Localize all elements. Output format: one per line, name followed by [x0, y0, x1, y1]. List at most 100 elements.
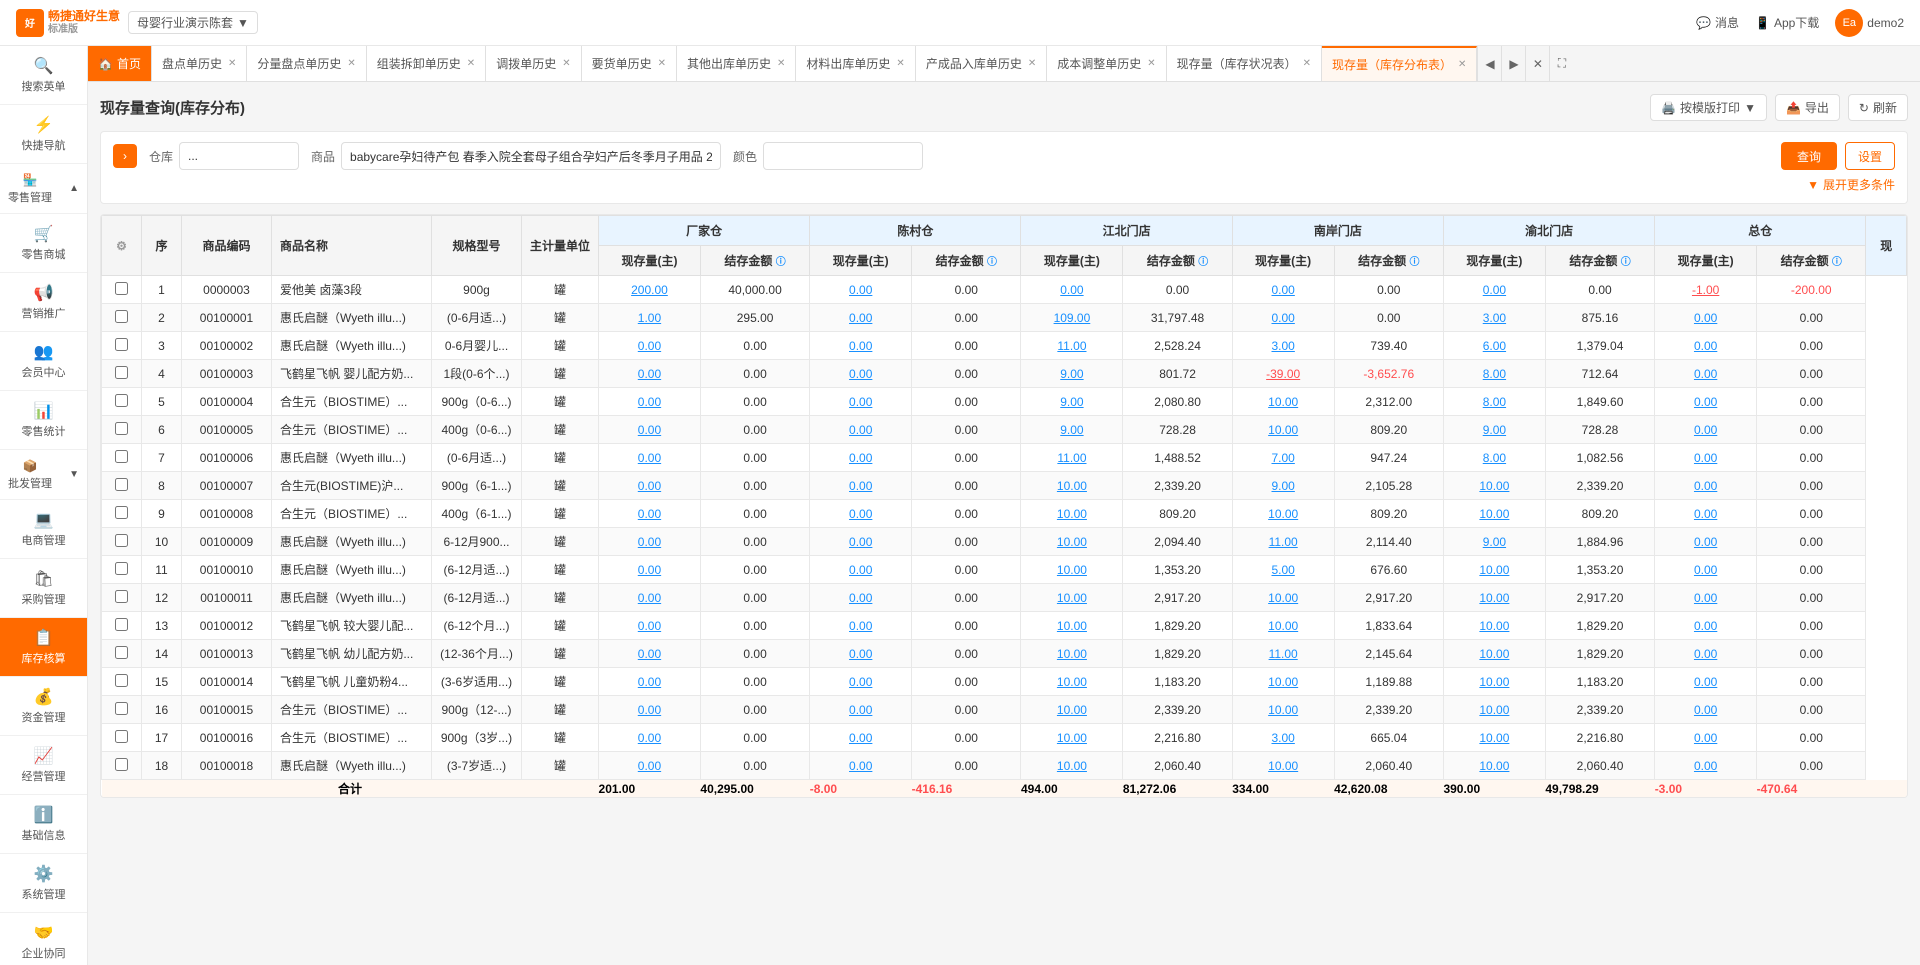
row-checkbox[interactable] [115, 702, 128, 715]
row-qty[interactable]: 200.00 [599, 276, 701, 304]
row-qty[interactable]: 0.00 [810, 388, 912, 416]
row-qty[interactable]: 10.00 [1232, 752, 1334, 780]
row-qty[interactable]: 10.00 [1021, 724, 1123, 752]
row-qty[interactable]: 5.00 [1232, 556, 1334, 584]
row-qty[interactable]: 10.00 [1232, 696, 1334, 724]
close-icon[interactable]: ✕ [1458, 59, 1466, 70]
sidebar-item-purchase[interactable]: 🛍 采购管理 [0, 559, 87, 618]
tab-transfer[interactable]: 调拨单历史 ✕ [486, 46, 581, 82]
sidebar-item-search[interactable]: 🔍 搜索英单 [0, 46, 87, 105]
row-qty[interactable]: 0.00 [599, 416, 701, 444]
row-checkbox[interactable] [115, 506, 128, 519]
row-qty[interactable]: 0.00 [1655, 304, 1757, 332]
row-qty[interactable]: 11.00 [1232, 528, 1334, 556]
company-selector[interactable]: 母婴行业演示陈套 ▼ [128, 11, 258, 34]
sidebar-item-wholesale[interactable]: 📦 批发管理 ▼ [0, 450, 87, 500]
row-checkbox[interactable] [115, 450, 128, 463]
row-qty[interactable]: 0.00 [810, 416, 912, 444]
tab-close-all-btn[interactable]: ✕ [1525, 46, 1549, 82]
row-checkbox[interactable] [115, 366, 128, 379]
row-qty[interactable]: 0.00 [810, 696, 912, 724]
row-qty[interactable]: 0.00 [1655, 612, 1757, 640]
row-qty[interactable]: 0.00 [1655, 556, 1757, 584]
row-qty[interactable]: 11.00 [1021, 444, 1123, 472]
tab-stock-status[interactable]: 现存量（库存状况表） ✕ [1167, 46, 1322, 82]
row-qty[interactable]: 10.00 [1232, 612, 1334, 640]
row-qty[interactable]: 0.00 [810, 500, 912, 528]
tab-stock-distribution[interactable]: 现存量（库存分布表） ✕ [1322, 46, 1477, 82]
row-qty[interactable]: 10.00 [1443, 584, 1545, 612]
close-icon[interactable]: ✕ [228, 58, 236, 69]
row-qty[interactable]: 0.00 [1655, 668, 1757, 696]
row-qty[interactable]: 10.00 [1021, 500, 1123, 528]
row-qty[interactable]: 0.00 [599, 640, 701, 668]
row-qty[interactable]: 0.00 [810, 332, 912, 360]
close-icon[interactable]: ✕ [1147, 58, 1155, 69]
row-qty[interactable]: 0.00 [810, 612, 912, 640]
row-checkbox[interactable] [115, 422, 128, 435]
print-btn[interactable]: 🖨️ 按模版打印 ▼ [1650, 94, 1767, 121]
row-qty[interactable]: 0.00 [1232, 276, 1334, 304]
row-qty[interactable]: 0.00 [599, 528, 701, 556]
settings-btn[interactable]: 设置 [1845, 142, 1895, 170]
refresh-btn[interactable]: ↻ 刷新 [1848, 94, 1908, 121]
row-qty[interactable]: 1.00 [599, 304, 701, 332]
row-checkbox[interactable] [115, 646, 128, 659]
row-qty[interactable]: 3.00 [1443, 304, 1545, 332]
row-qty[interactable]: 10.00 [1021, 696, 1123, 724]
close-icon[interactable]: ✕ [1028, 58, 1036, 69]
row-qty[interactable]: 10.00 [1021, 556, 1123, 584]
row-qty[interactable]: 0.00 [1655, 444, 1757, 472]
close-icon[interactable]: ✕ [347, 58, 355, 69]
row-qty[interactable]: 3.00 [1232, 724, 1334, 752]
sidebar-item-ecommerce[interactable]: 💻 电商管理 [0, 500, 87, 559]
row-qty[interactable]: 0.00 [810, 556, 912, 584]
tab-split-count[interactable]: 分量盘点单历史 ✕ [247, 46, 366, 82]
user-area[interactable]: Ea demo2 [1835, 9, 1904, 37]
row-qty[interactable]: 0.00 [810, 444, 912, 472]
tab-home[interactable]: 🏠 首页 [88, 46, 152, 82]
sidebar-item-finance[interactable]: 💰 资金管理 [0, 677, 87, 736]
sidebar-item-collab[interactable]: 🤝 企业协同 [0, 913, 87, 965]
row-qty[interactable]: 0.00 [1655, 640, 1757, 668]
row-qty[interactable]: 0.00 [599, 360, 701, 388]
row-qty[interactable]: 0.00 [599, 388, 701, 416]
row-qty[interactable]: 8.00 [1443, 444, 1545, 472]
row-checkbox[interactable] [115, 282, 128, 295]
row-qty[interactable]: 0.00 [599, 500, 701, 528]
close-icon[interactable]: ✕ [562, 58, 570, 69]
sidebar-item-quicknav[interactable]: ⚡ 快捷导航 [0, 105, 87, 164]
row-qty[interactable]: 0.00 [1655, 472, 1757, 500]
row-qty[interactable]: 0.00 [810, 472, 912, 500]
row-qty[interactable]: 0.00 [599, 444, 701, 472]
app-download-btn[interactable]: 📱 App下载 [1755, 14, 1819, 31]
row-qty[interactable]: 0.00 [1232, 304, 1334, 332]
row-qty[interactable]: 10.00 [1021, 584, 1123, 612]
row-qty[interactable]: 0.00 [1655, 332, 1757, 360]
row-qty[interactable]: 0.00 [599, 332, 701, 360]
tab-prev-btn[interactable]: ◀ [1477, 46, 1501, 82]
row-qty[interactable]: 11.00 [1021, 332, 1123, 360]
row-qty[interactable]: 10.00 [1021, 612, 1123, 640]
row-qty[interactable]: 3.00 [1232, 332, 1334, 360]
row-qty[interactable]: 0.00 [1655, 500, 1757, 528]
sidebar-item-member[interactable]: 👥 会员中心 [0, 332, 87, 391]
row-qty[interactable]: 0.00 [1021, 276, 1123, 304]
row-qty[interactable]: 0.00 [599, 752, 701, 780]
close-icon[interactable]: ✕ [467, 58, 475, 69]
row-qty[interactable]: 6.00 [1443, 332, 1545, 360]
row-qty[interactable]: 0.00 [599, 556, 701, 584]
expand-more-btn[interactable]: ▼ 展开更多条件 [1807, 176, 1895, 193]
close-icon[interactable]: ✕ [1303, 58, 1311, 69]
row-qty[interactable]: 10.00 [1443, 612, 1545, 640]
row-qty[interactable]: 0.00 [599, 668, 701, 696]
row-checkbox[interactable] [115, 394, 128, 407]
export-btn[interactable]: 📤 导出 [1775, 94, 1840, 121]
row-qty[interactable]: 9.00 [1443, 416, 1545, 444]
row-qty[interactable]: 10.00 [1021, 472, 1123, 500]
row-qty[interactable]: 10.00 [1443, 668, 1545, 696]
row-qty[interactable]: 9.00 [1021, 416, 1123, 444]
sidebar-item-operations[interactable]: 📈 经营管理 [0, 736, 87, 795]
row-qty[interactable]: 10.00 [1443, 752, 1545, 780]
sidebar-item-inventory[interactable]: 📋 库存核算 [0, 618, 87, 677]
